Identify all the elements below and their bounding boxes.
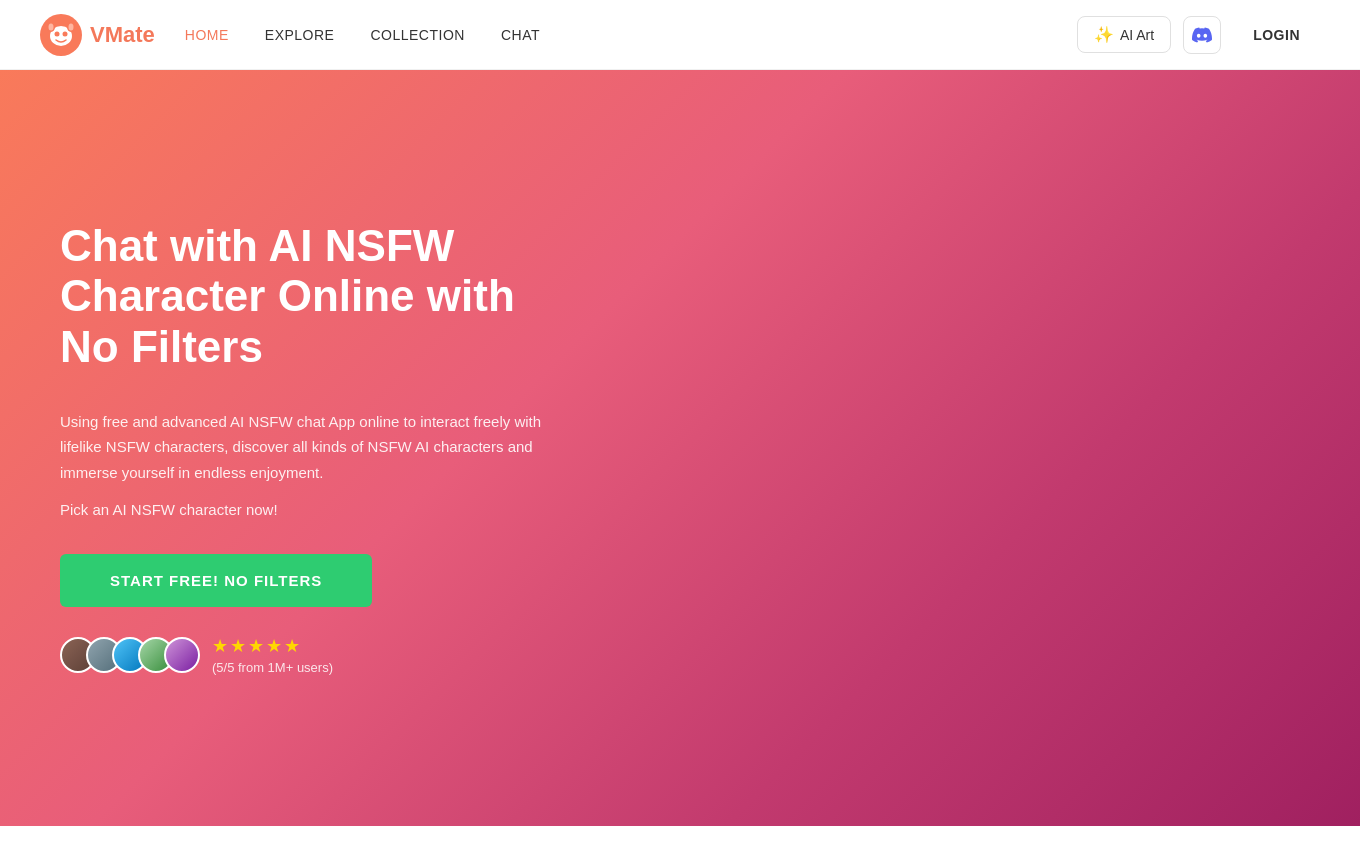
discord-icon bbox=[1192, 25, 1212, 45]
login-button[interactable]: LOGIN bbox=[1233, 19, 1320, 51]
nav-item-explore[interactable]: EXPLORE bbox=[265, 26, 335, 44]
nav-links: HOME EXPLORE COLLECTION CHAT bbox=[185, 26, 540, 44]
hero-cta-text: Pick an AI NSFW character now! bbox=[60, 501, 560, 518]
user-avatars bbox=[60, 637, 200, 673]
svg-point-3 bbox=[63, 31, 68, 36]
nav-item-home[interactable]: HOME bbox=[185, 26, 229, 44]
stars: ★★★★★ bbox=[212, 635, 333, 657]
nav-link-explore[interactable]: EXPLORE bbox=[265, 27, 335, 43]
hero-content: Chat with AI NSFW Character Online with … bbox=[60, 221, 560, 675]
avatar-5 bbox=[164, 637, 200, 673]
svg-point-2 bbox=[55, 31, 60, 36]
nav-left: VMate HOME EXPLORE COLLECTION CHAT bbox=[40, 14, 540, 56]
rating-text: (5/5 from 1M+ users) bbox=[212, 660, 333, 675]
hero-title: Chat with AI NSFW Character Online with … bbox=[60, 221, 560, 373]
wand-icon: ✨ bbox=[1094, 25, 1114, 44]
navbar: VMate HOME EXPLORE COLLECTION CHAT ✨ AI … bbox=[0, 0, 1360, 70]
bottom-section: Discover The AI NSFW Chatbot You've Alwa… bbox=[0, 826, 1360, 859]
discord-button[interactable] bbox=[1183, 16, 1221, 54]
logo-link[interactable]: VMate bbox=[40, 14, 155, 56]
nav-link-chat[interactable]: CHAT bbox=[501, 27, 540, 43]
start-free-button[interactable]: START FREE! NO FILTERS bbox=[60, 554, 372, 607]
rating-section: ★★★★★ (5/5 from 1M+ users) bbox=[212, 635, 333, 675]
nav-right: ✨ AI Art LOGIN bbox=[1077, 16, 1320, 54]
hero-section: Chat with AI NSFW Character Online with … bbox=[0, 70, 1360, 826]
ai-art-button[interactable]: ✨ AI Art bbox=[1077, 16, 1171, 53]
nav-link-collection[interactable]: COLLECTION bbox=[370, 27, 464, 43]
nav-item-collection[interactable]: COLLECTION bbox=[370, 26, 464, 44]
ai-art-label: AI Art bbox=[1120, 27, 1154, 43]
hero-description: Using free and advanced AI NSFW chat App… bbox=[60, 409, 560, 486]
nav-link-home[interactable]: HOME bbox=[185, 27, 229, 43]
logo-text: VMate bbox=[90, 22, 155, 48]
svg-point-7 bbox=[69, 23, 74, 30]
social-proof: ★★★★★ (5/5 from 1M+ users) bbox=[60, 635, 560, 675]
hero-image-grid bbox=[853, 130, 1300, 766]
logo-icon bbox=[40, 14, 82, 56]
svg-point-6 bbox=[49, 23, 54, 30]
nav-item-chat[interactable]: CHAT bbox=[501, 26, 540, 44]
